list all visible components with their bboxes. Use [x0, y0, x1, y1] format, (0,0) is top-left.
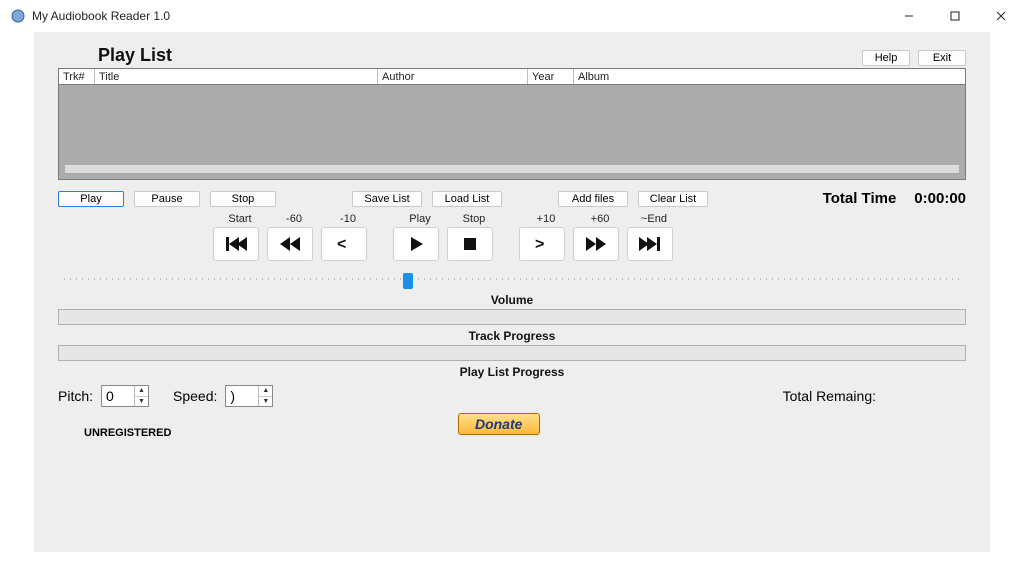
playlist-progress-label: Play List Progress: [58, 365, 966, 379]
grid-scrollbar[interactable]: [65, 165, 959, 173]
speed-down-icon[interactable]: ▼: [259, 397, 272, 407]
playlist-heading: Play List: [98, 45, 172, 66]
volume-label: Volume: [58, 293, 966, 307]
pitch-up-icon[interactable]: ▲: [135, 386, 148, 397]
playlist-grid[interactable]: Trk# Title Author Year Album: [58, 68, 966, 180]
transport-play-button[interactable]: [393, 227, 439, 261]
close-button[interactable]: [978, 1, 1024, 31]
save-list-button[interactable]: Save List: [352, 191, 422, 207]
pause-button[interactable]: Pause: [134, 191, 200, 207]
svg-text:>: >: [535, 236, 544, 253]
transport-labels: Start -60 -10 Play Stop +10 +60 ~End: [213, 213, 966, 225]
speed-value[interactable]: ): [226, 386, 258, 406]
donate-button[interactable]: Donate: [458, 413, 540, 435]
pitch-down-icon[interactable]: ▼: [135, 397, 148, 407]
label-stop: Stop: [447, 213, 501, 225]
transport-row: < >: [213, 227, 966, 261]
grid-header: Trk# Title Author Year Album: [59, 69, 965, 85]
label-plus60: +60: [573, 213, 627, 225]
stop-button[interactable]: Stop: [210, 191, 276, 207]
total-remaining-label: Total Remaing:: [783, 388, 876, 404]
pitch-value[interactable]: 0: [102, 386, 134, 406]
unregistered-label: UNREGISTERED: [84, 427, 171, 439]
maximize-button[interactable]: [932, 1, 978, 31]
add-files-button[interactable]: Add files: [558, 191, 628, 207]
titlebar: My Audiobook Reader 1.0: [0, 0, 1024, 32]
volume-bar[interactable]: [58, 309, 966, 325]
label-play: Play: [393, 213, 447, 225]
col-year[interactable]: Year: [528, 69, 574, 84]
col-title[interactable]: Title: [95, 69, 378, 84]
end-button[interactable]: [627, 227, 673, 261]
total-time-value: 0:00:00: [914, 190, 966, 207]
position-slider[interactable]: [58, 271, 966, 289]
clear-list-button[interactable]: Clear List: [638, 191, 708, 207]
window-title: My Audiobook Reader 1.0: [32, 9, 170, 23]
speed-label: Speed:: [173, 388, 217, 404]
track-progress-bar[interactable]: [58, 345, 966, 361]
app-window: My Audiobook Reader 1.0 Play List Help E…: [0, 0, 1024, 576]
slider-thumb[interactable]: [403, 273, 413, 289]
exit-button[interactable]: Exit: [918, 50, 966, 66]
label-start: Start: [213, 213, 267, 225]
label-plus10: +10: [519, 213, 573, 225]
track-progress-label: Track Progress: [58, 329, 966, 343]
load-list-button[interactable]: Load List: [432, 191, 502, 207]
rewind-10-button[interactable]: <: [321, 227, 367, 261]
client-area: Play List Help Exit Trk# Title Author Ye…: [34, 32, 990, 552]
col-author[interactable]: Author: [378, 69, 528, 84]
col-trk[interactable]: Trk#: [59, 69, 95, 84]
play-button[interactable]: Play: [58, 191, 124, 207]
app-icon: [10, 8, 26, 24]
forward-60-button[interactable]: [573, 227, 619, 261]
window-controls: [886, 1, 1024, 31]
total-time-label: Total Time: [823, 190, 897, 207]
help-button[interactable]: Help: [862, 50, 910, 66]
label-end: ~End: [627, 213, 681, 225]
forward-10-button[interactable]: >: [519, 227, 565, 261]
pitch-stepper[interactable]: 0 ▲▼: [101, 385, 149, 407]
col-album[interactable]: Album: [574, 69, 965, 84]
transport-stop-button[interactable]: [447, 227, 493, 261]
start-button[interactable]: [213, 227, 259, 261]
slider-track: [64, 278, 960, 280]
svg-text:<: <: [337, 236, 346, 253]
label-minus10: -10: [321, 213, 375, 225]
pitch-label: Pitch:: [58, 388, 93, 404]
speed-stepper[interactable]: ) ▲▼: [225, 385, 273, 407]
speed-up-icon[interactable]: ▲: [259, 386, 272, 397]
grid-body[interactable]: [59, 85, 965, 179]
label-minus60: -60: [267, 213, 321, 225]
minimize-button[interactable]: [886, 1, 932, 31]
rewind-60-button[interactable]: [267, 227, 313, 261]
